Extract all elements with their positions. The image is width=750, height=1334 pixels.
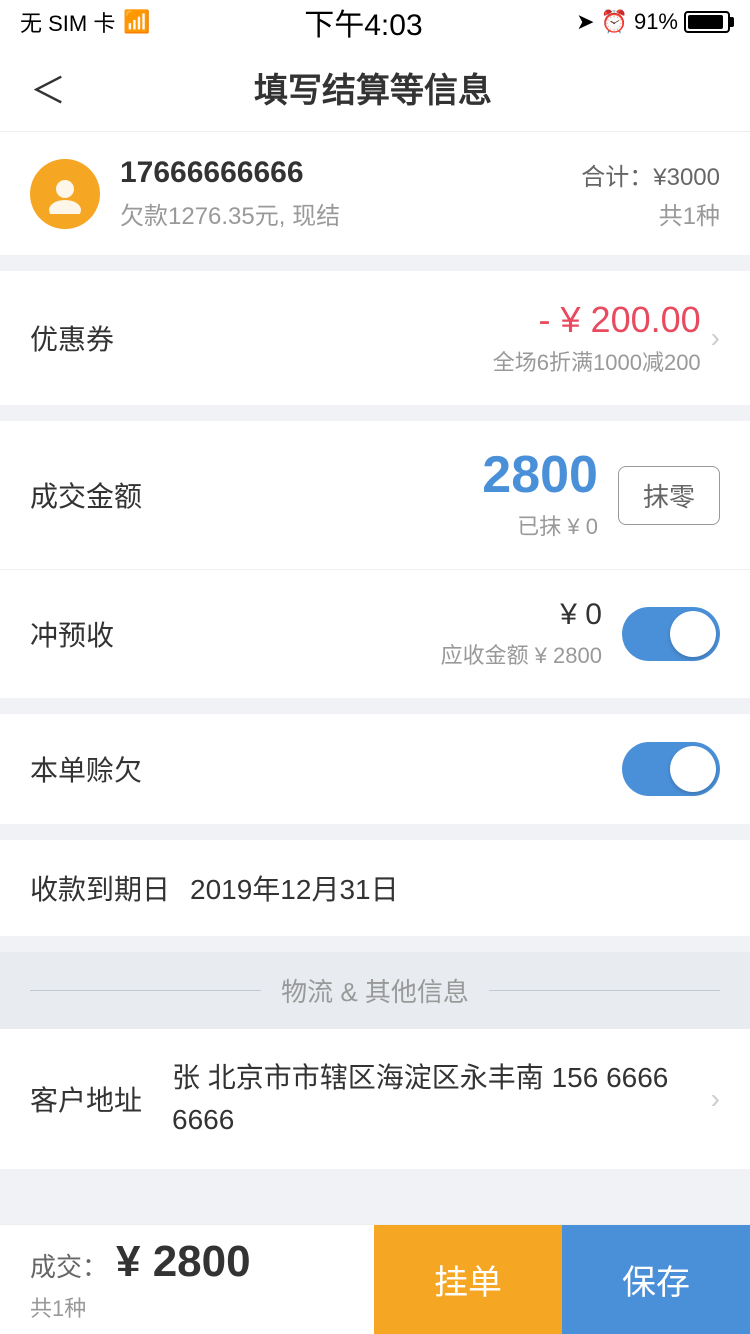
customer-info: 17666666666 欠款1276.35元, 现结 bbox=[120, 156, 340, 231]
status-right: ➤ ⏰ 91% bbox=[576, 9, 730, 35]
debt-toggle-thumb bbox=[670, 746, 716, 792]
customer-phone: 17666666666 bbox=[120, 156, 340, 190]
prepay-amount-block: ¥ 0 应收金额 ¥ 2800 bbox=[441, 598, 602, 670]
prepay-row: 冲预收 ¥ 0 应收金额 ¥ 2800 bbox=[0, 570, 750, 698]
coupon-info: - ¥ 200.00 全场6折满1000减200 bbox=[493, 299, 701, 377]
deal-sub: 已抹 ¥ 0 bbox=[482, 509, 598, 541]
address-row[interactable]: 客户地址 张 北京市市辖区海淀区永丰南 156 6666 6666 › bbox=[0, 1029, 750, 1169]
debt-toggle[interactable] bbox=[622, 742, 720, 796]
bottom-bar: 成交： ¥ 2800 共1种 挂单 保存 bbox=[0, 1224, 750, 1334]
customer-right: 合计：¥3000 共1种 bbox=[581, 157, 720, 231]
toggle-thumb bbox=[670, 611, 716, 657]
duedate-row: 收款到期日 2019年12月31日 bbox=[0, 840, 750, 936]
hang-button-label: 挂单 bbox=[434, 1255, 502, 1304]
prepay-toggle[interactable] bbox=[622, 607, 720, 661]
status-time: 下午4:03 bbox=[304, 0, 422, 44]
coupon-amount: - ¥ 200.00 bbox=[493, 299, 701, 341]
back-button[interactable]: ＜ bbox=[30, 62, 86, 114]
save-button[interactable]: 保存 bbox=[562, 1225, 750, 1334]
customer-debt: 欠款1276.35元, 现结 bbox=[120, 196, 340, 231]
prepay-right: ¥ 0 应收金额 ¥ 2800 bbox=[441, 598, 720, 670]
customer-left: 17666666666 欠款1276.35元, 现结 bbox=[30, 156, 340, 231]
alarm-icon: ⏰ bbox=[601, 9, 628, 35]
battery-text: 91% bbox=[634, 9, 678, 35]
save-button-label: 保存 bbox=[622, 1255, 690, 1304]
address-label: 客户地址 bbox=[30, 1079, 142, 1119]
battery-fill bbox=[688, 15, 723, 29]
round-button[interactable]: 抹零 bbox=[618, 466, 720, 525]
no-sim-text: 无 SIM 卡 bbox=[20, 6, 115, 38]
address-chevron-icon: › bbox=[711, 1083, 720, 1115]
coupon-desc: 全场6折满1000减200 bbox=[493, 345, 701, 377]
address-value: 张 北京市市辖区海淀区永丰南 156 6666 6666 bbox=[172, 1057, 701, 1141]
logistics-separator: 物流 & 其他信息 bbox=[0, 952, 750, 1029]
coupon-chevron-icon: › bbox=[711, 322, 720, 354]
status-left: 无 SIM 卡 📶 bbox=[20, 6, 151, 38]
duedate-label: 收款到期日 bbox=[30, 868, 170, 908]
total-count: 共1种 bbox=[581, 196, 720, 231]
deal-prepay-section: 成交金额 2800 已抹 ¥ 0 抹零 冲预收 ¥ 0 应收金额 ¥ 2800 bbox=[0, 421, 750, 698]
bottom-count: 共1种 bbox=[30, 1291, 344, 1323]
deal-amount-block: 2800 已抹 ¥ 0 bbox=[482, 449, 598, 541]
coupon-row[interactable]: 优惠券 - ¥ 200.00 全场6折满1000减200 › bbox=[0, 271, 750, 405]
debt-label: 本单赊欠 bbox=[30, 749, 142, 789]
deal-amount: 2800 bbox=[482, 449, 598, 501]
total-label: 合计：¥3000 bbox=[581, 157, 720, 192]
coupon-label: 优惠券 bbox=[30, 318, 114, 358]
coupon-right: - ¥ 200.00 全场6折满1000减200 › bbox=[493, 299, 720, 377]
battery-icon bbox=[684, 11, 730, 33]
bottom-amount: ¥ 2800 bbox=[116, 1237, 251, 1287]
prepay-amount: ¥ 0 bbox=[441, 598, 602, 632]
deal-label: 成交金额 bbox=[30, 475, 142, 515]
content-area: 17666666666 欠款1276.35元, 现结 合计：¥3000 共1种 … bbox=[0, 132, 750, 1289]
sep-line-left bbox=[30, 990, 261, 991]
prepay-sub: 应收金额 ¥ 2800 bbox=[441, 638, 602, 670]
hang-button[interactable]: 挂单 bbox=[374, 1225, 562, 1334]
sep-line-right bbox=[489, 990, 720, 991]
location-icon: ➤ bbox=[576, 9, 594, 35]
page-title: 填写结算等信息 bbox=[86, 63, 660, 112]
avatar bbox=[30, 159, 100, 229]
prepay-label: 冲预收 bbox=[30, 614, 114, 654]
sep-text: 物流 & 其他信息 bbox=[281, 972, 469, 1009]
bottom-deal-row: 成交： ¥ 2800 bbox=[30, 1237, 344, 1287]
customer-card: 17666666666 欠款1276.35元, 现结 合计：¥3000 共1种 bbox=[0, 132, 750, 255]
debt-row: 本单赊欠 bbox=[0, 714, 750, 824]
bottom-deal-label: 成交： bbox=[30, 1247, 108, 1284]
deal-right: 2800 已抹 ¥ 0 抹零 bbox=[482, 449, 720, 541]
wifi-icon: 📶 bbox=[123, 9, 150, 35]
bottom-left: 成交： ¥ 2800 共1种 bbox=[0, 1237, 374, 1323]
status-bar: 无 SIM 卡 📶 下午4:03 ➤ ⏰ 91% bbox=[0, 0, 750, 44]
deal-row: 成交金额 2800 已抹 ¥ 0 抹零 bbox=[0, 421, 750, 570]
back-icon: ＜ bbox=[30, 70, 66, 111]
nav-bar: ＜ 填写结算等信息 bbox=[0, 44, 750, 132]
duedate-value: 2019年12月31日 bbox=[190, 868, 399, 908]
